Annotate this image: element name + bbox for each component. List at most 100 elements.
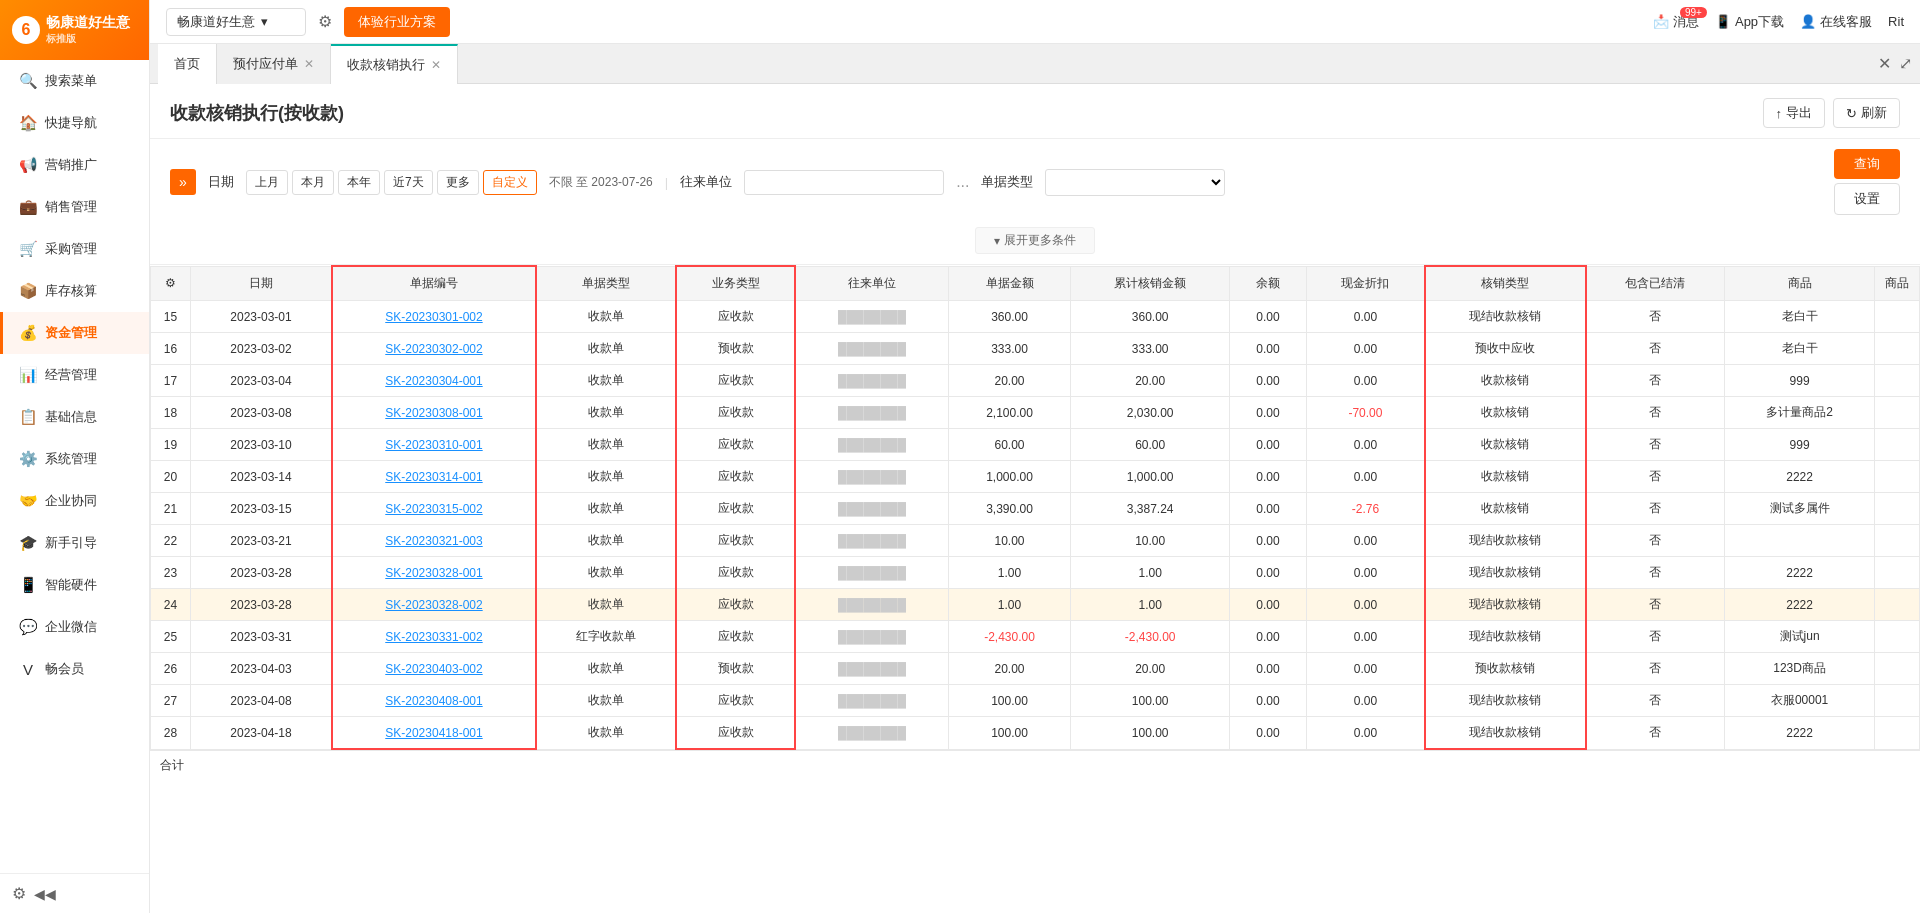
cell-bill-type: 收款单 [536,301,676,333]
sidebar-item-quicknav[interactable]: 🏠快捷导航 [0,102,149,144]
company-selector[interactable]: 畅康道好生意 ▾ [166,8,306,36]
sidebar-item-search[interactable]: 🔍搜索菜单 [0,60,149,102]
refresh-button[interactable]: ↻ 刷新 [1833,98,1900,128]
sidebar-label-system: 系统管理 [45,450,97,468]
cell-bill-no: SK-20230418-001 [332,717,536,750]
last-7days-button[interactable]: 近7天 [384,170,433,195]
sidebar-label-member: 畅会员 [45,660,84,678]
export-icon: ↑ [1776,106,1783,121]
bill-link[interactable]: SK-20230315-002 [385,502,482,516]
bill-link[interactable]: SK-20230408-001 [385,694,482,708]
topbar-gear-icon[interactable]: ⚙ [318,12,332,31]
voucher-type-select[interactable] [1045,169,1225,196]
cell-amount: 100.00 [948,685,1070,717]
expand-conditions-button[interactable]: ▾ 展开更多条件 [975,227,1095,254]
bill-link[interactable]: SK-20230301-002 [385,310,482,324]
column-settings-icon[interactable]: ⚙ [165,276,176,290]
this-month-button[interactable]: 本月 [292,170,334,195]
bill-link[interactable]: SK-20230321-003 [385,534,482,548]
cell-discount: 0.00 [1306,685,1425,717]
tab-prepay[interactable]: 预付应付单✕ [217,44,331,84]
sidebar-item-sales[interactable]: 💼销售管理 [0,186,149,228]
bill-link[interactable]: SK-20230314-001 [385,470,482,484]
cell-bill-no: SK-20230331-002 [332,621,536,653]
cell-included: 否 [1586,557,1725,589]
username-label[interactable]: Rit [1888,14,1904,29]
cell-biz-type: 应收款 [676,493,796,525]
bill-link[interactable]: SK-20230418-001 [385,726,482,740]
bill-link[interactable]: SK-20230328-002 [385,598,482,612]
cell-product1: 测试多属件 [1725,493,1875,525]
custom-date-button[interactable]: 自定义 [483,170,537,195]
bill-link[interactable]: SK-20230310-001 [385,438,482,452]
th-amount: 单据金额 [948,266,1070,301]
this-year-button[interactable]: 本年 [338,170,380,195]
bill-link[interactable]: SK-20230403-002 [385,662,482,676]
cell-included: 否 [1586,717,1725,750]
sidebar-item-basic[interactable]: 📋基础信息 [0,396,149,438]
maximize-icon[interactable]: ⤢ [1899,54,1912,73]
cell-bill-type: 收款单 [536,685,676,717]
th-balance: 余额 [1230,266,1307,301]
more-date-button[interactable]: 更多 [437,170,479,195]
cell-balance: 0.00 [1230,461,1307,493]
sidebar-label-quicknav: 快捷导航 [45,114,97,132]
cell-amount: 20.00 [948,365,1070,397]
export-button[interactable]: ↑ 导出 [1763,98,1826,128]
cell-amount: 1,000.00 [948,461,1070,493]
sidebar-item-marketing[interactable]: 📢营销推广 [0,144,149,186]
settings-icon[interactable]: ⚙ [12,884,26,903]
sidebar-item-corp[interactable]: 🤝企业协同 [0,480,149,522]
cell-index: 23 [151,557,191,589]
bill-link[interactable]: SK-20230331-002 [385,630,482,644]
collapse-icon[interactable]: ◀◀ [34,886,56,902]
table-settings-button[interactable]: 设置 [1834,183,1900,215]
sidebar-item-guide[interactable]: 🎓新手引导 [0,522,149,564]
sidebar-item-operations[interactable]: 📊经营管理 [0,354,149,396]
close-tab-icon[interactable]: ✕ [1878,54,1891,73]
cell-bill-no: SK-20230328-002 [332,589,536,621]
bill-link[interactable]: SK-20230302-002 [385,342,482,356]
cell-included: 否 [1586,685,1725,717]
tab-home[interactable]: 首页 [158,44,217,84]
tab-close-prepay[interactable]: ✕ [304,57,314,71]
sidebar-item-wechat[interactable]: 💬企业微信 [0,606,149,648]
sidebar-item-inventory[interactable]: 📦库存核算 [0,270,149,312]
cell-write-off-type: 收款核销 [1425,461,1586,493]
cell-date: 2023-03-01 [191,301,333,333]
sidebar-item-member[interactable]: V畅会员 [0,648,149,690]
more-filters-icon[interactable]: ... [956,173,969,191]
filter-expand-button[interactable]: » [170,169,196,195]
cell-biz-type: 应收款 [676,365,796,397]
app-download-button[interactable]: 📱 App下载 [1715,13,1784,31]
th-product2: 商品 [1875,266,1920,301]
th-biz-type: 业务类型 [676,266,796,301]
sidebar-item-hardware[interactable]: 📱智能硬件 [0,564,149,606]
th-date: 日期 [191,266,333,301]
last-month-button[interactable]: 上月 [246,170,288,195]
tab-close-collect[interactable]: ✕ [431,58,441,72]
bill-link[interactable]: SK-20230308-001 [385,406,482,420]
cell-balance: 0.00 [1230,589,1307,621]
online-service-button[interactable]: 👤 在线客服 [1800,13,1872,31]
th-settings[interactable]: ⚙ [151,266,191,301]
th-included: 包含已结清 [1586,266,1725,301]
table-row: 21 2023-03-15 SK-20230315-002 收款单 应收款 ██… [151,493,1920,525]
sidebar-label-search: 搜索菜单 [45,72,97,90]
counterpart-input[interactable] [744,170,944,195]
cell-biz-type: 应收款 [676,429,796,461]
cell-biz-type: 应收款 [676,557,796,589]
cell-counterpart: ████████ [795,493,948,525]
cell-bill-type: 红字收款单 [536,621,676,653]
solution-button[interactable]: 体验行业方案 [344,7,450,37]
sidebar-item-purchase[interactable]: 🛒采购管理 [0,228,149,270]
cell-cum-amount: 100.00 [1071,717,1230,750]
cell-balance: 0.00 [1230,301,1307,333]
sidebar-item-system[interactable]: ⚙️系统管理 [0,438,149,480]
bill-link[interactable]: SK-20230328-001 [385,566,482,580]
message-button[interactable]: 📩 消息 99+ [1653,13,1699,31]
sidebar-item-finance[interactable]: 💰资金管理 [0,312,149,354]
query-button[interactable]: 查询 [1834,149,1900,179]
tab-collect[interactable]: 收款核销执行✕ [331,44,458,84]
bill-link[interactable]: SK-20230304-001 [385,374,482,388]
